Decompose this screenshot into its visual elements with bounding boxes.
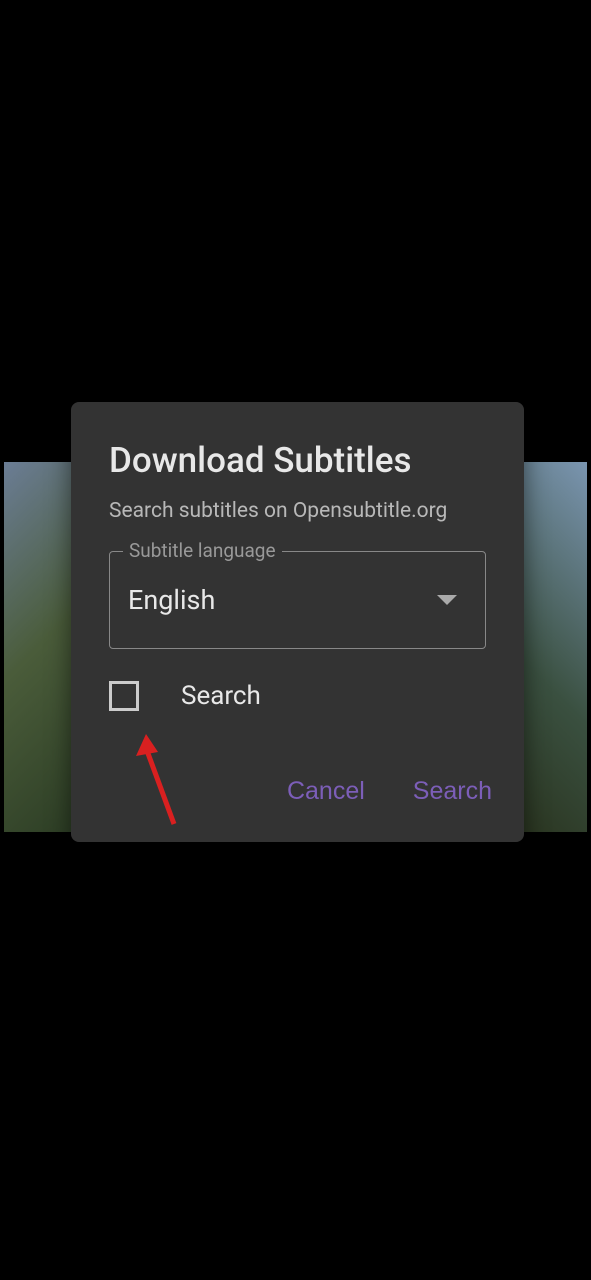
dialog-title: Download Subtitles [71, 440, 524, 481]
video-bg-left [4, 462, 72, 832]
chevron-down-icon [437, 595, 457, 605]
search-button[interactable]: Search [409, 769, 496, 814]
dialog-subtitle: Search subtitles on Opensubtitle.org [71, 499, 524, 523]
video-bg-right [519, 462, 587, 832]
dialog-actions: Cancel Search [71, 769, 524, 814]
search-checkbox[interactable] [109, 681, 139, 711]
search-checkbox-row[interactable]: Search [71, 681, 524, 711]
language-select-container: Subtitle language English [109, 551, 486, 649]
language-select[interactable]: English [109, 551, 486, 649]
language-select-value: English [128, 584, 215, 616]
cancel-button[interactable]: Cancel [283, 769, 369, 814]
language-select-label: Subtitle language [123, 539, 282, 562]
download-subtitles-dialog: Download Subtitles Search subtitles on O… [71, 402, 524, 842]
search-checkbox-label: Search [181, 681, 261, 711]
